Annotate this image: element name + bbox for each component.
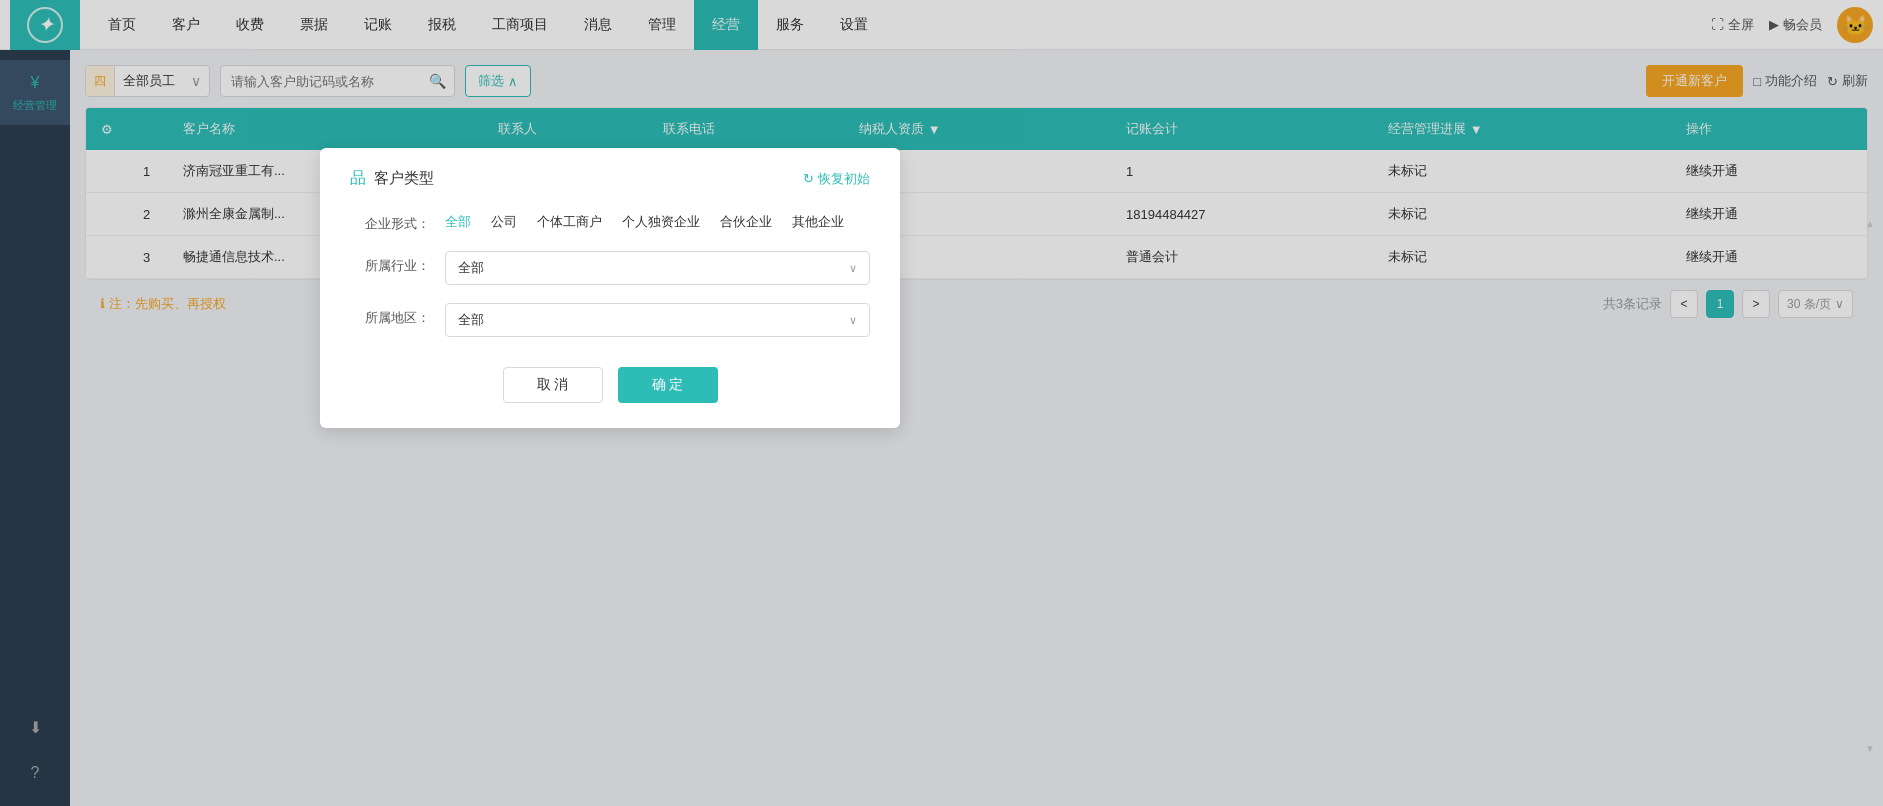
reset-label: 恢复初始 [818, 170, 870, 188]
region-form-row: 所属地区： 全部 ∨ [350, 303, 870, 337]
industry-label: 所属行业： [350, 251, 430, 275]
enterprise-types-container: 全部 公司 个体工商户 个人独资企业 合伙企业 其他企业 [445, 209, 870, 231]
enterprise-form-label: 企业形式： [350, 209, 430, 233]
industry-value: 全部 [458, 259, 484, 277]
region-arrow: ∨ [849, 314, 857, 327]
industry-select[interactable]: 全部 ∨ [445, 251, 870, 285]
industry-form-row: 所属行业： 全部 ∨ [350, 251, 870, 285]
dialog-overlay[interactable] [0, 0, 1883, 806]
dialog-title-text: 客户类型 [374, 169, 434, 188]
dialog-footer: 取 消 确 定 [350, 367, 870, 403]
dialog-title: 品 客户类型 [350, 168, 434, 189]
cancel-button[interactable]: 取 消 [503, 367, 603, 403]
industry-select-container: 全部 ∨ [445, 251, 870, 285]
type-sole[interactable]: 个人独资企业 [622, 213, 700, 231]
industry-arrow: ∨ [849, 262, 857, 275]
enterprise-types: 全部 公司 个体工商户 个人独资企业 合伙企业 其他企业 [445, 209, 870, 231]
enterprise-form-row: 企业形式： 全部 公司 个体工商户 个人独资企业 合伙企业 其他企业 [350, 209, 870, 233]
filter-dialog: 品 客户类型 ↻ 恢复初始 企业形式： 全部 公司 个体工商户 个人独资企业 合… [320, 148, 900, 428]
confirm-button[interactable]: 确 定 [618, 367, 718, 403]
dialog-header: 品 客户类型 ↻ 恢复初始 [350, 168, 870, 189]
reset-icon: ↻ [803, 171, 814, 186]
type-other[interactable]: 其他企业 [792, 213, 844, 231]
dialog-title-icon: 品 [350, 168, 366, 189]
region-select-container: 全部 ∨ [445, 303, 870, 337]
region-select[interactable]: 全部 ∨ [445, 303, 870, 337]
type-company[interactable]: 公司 [491, 213, 517, 231]
region-value: 全部 [458, 311, 484, 329]
type-partnership[interactable]: 合伙企业 [720, 213, 772, 231]
type-individual[interactable]: 个体工商户 [537, 213, 602, 231]
reset-button[interactable]: ↻ 恢复初始 [803, 170, 870, 188]
type-all[interactable]: 全部 [445, 213, 471, 231]
region-label: 所属地区： [350, 303, 430, 327]
